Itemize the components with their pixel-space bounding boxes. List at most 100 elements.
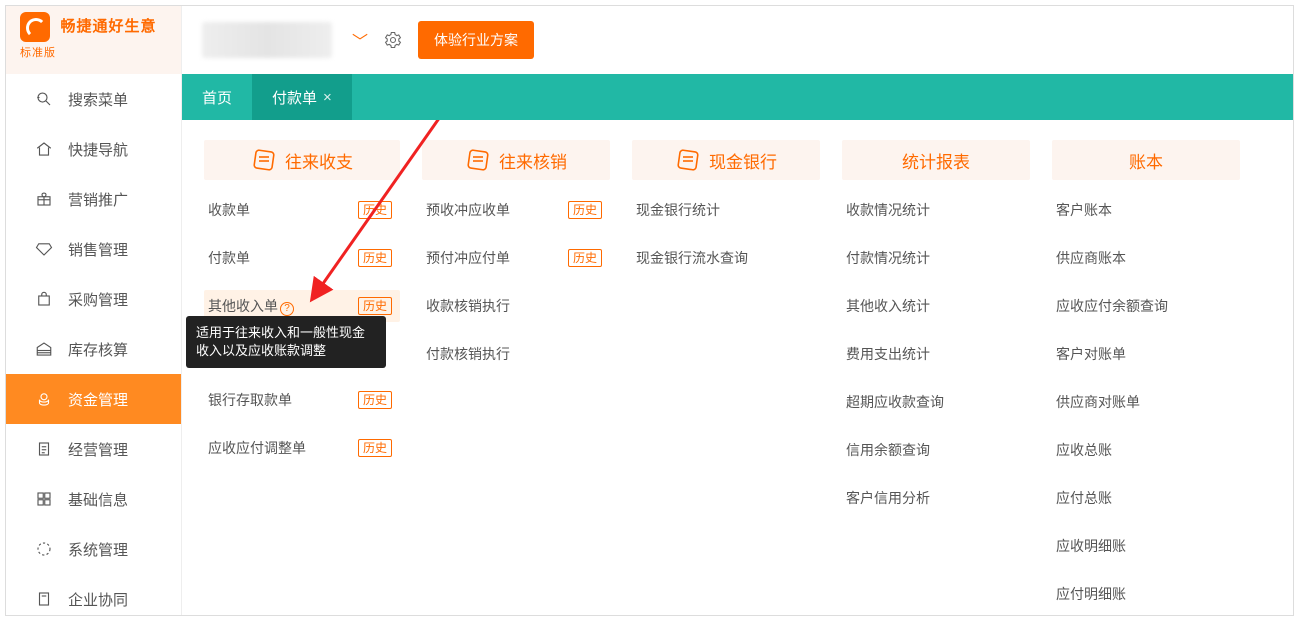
history-tag[interactable]: 历史 [358, 439, 392, 457]
sidebar-item-warehouse[interactable]: 库存核算 [6, 324, 181, 374]
entry-1-0[interactable]: 预收冲应收单历史 [422, 194, 610, 226]
org-selector-blurred[interactable] [202, 22, 332, 58]
entry-4-7[interactable]: 应收明细账 [1052, 530, 1240, 562]
group-header-icon [465, 147, 491, 173]
entry-0-5[interactable]: 应收应付调整单 历史 [204, 432, 400, 464]
entry-4-0[interactable]: 客户账本 [1052, 194, 1240, 226]
sidebar-item-home[interactable]: 快捷导航 [6, 124, 181, 174]
sidebar-item-gift[interactable]: 营销推广 [6, 174, 181, 224]
entry-4-1[interactable]: 供应商账本 [1052, 242, 1240, 274]
close-icon[interactable]: × [323, 89, 332, 106]
group-0: 往来收支收款单历史付款单历史其他收入单?历史银行存取款单历史应收应付调整单历史 [204, 140, 400, 610]
entry-3-4[interactable]: 超期应收款查询 [842, 386, 1030, 418]
entry-label: 应付明细账 [1056, 584, 1126, 604]
diamond-icon [34, 239, 54, 259]
search-icon [34, 89, 54, 109]
group-header-icon [675, 147, 701, 173]
sidebar-item-grid[interactable]: 基础信息 [6, 474, 181, 524]
group-2: 现金银行现金银行统计现金银行流水查询 [632, 140, 820, 610]
settings-icon [34, 539, 54, 559]
entry-4-5[interactable]: 应收总账 [1052, 434, 1240, 466]
group-header: 往来收支 [204, 140, 400, 180]
history-tag[interactable]: 历史 [358, 201, 392, 219]
entry-3-5[interactable]: 信用余额查询 [842, 434, 1030, 466]
tab-label: 首页 [202, 87, 232, 108]
tab-0[interactable]: 首页 [182, 74, 252, 120]
entry-label: 信用余额查询 [846, 440, 930, 460]
group-header: 统计报表 [842, 140, 1030, 180]
history-tag[interactable]: 历史 [358, 391, 392, 409]
entry-4-2[interactable]: 应收应付余额查询 [1052, 290, 1240, 322]
help-tooltip-text: 适用于往来收入和一般性现金收入以及应收账款调整 [196, 325, 365, 358]
money-icon [34, 389, 54, 409]
entry-label: 应收应付余额查询 [1056, 296, 1168, 316]
group-header: 往来核销 [422, 140, 610, 180]
gift-icon [34, 189, 54, 209]
entry-label: 其他收入统计 [846, 296, 930, 316]
entry-2-0[interactable]: 现金银行统计 [632, 194, 820, 226]
history-tag[interactable]: 历史 [568, 249, 602, 267]
entry-label: 客户信用分析 [846, 488, 930, 508]
entry-label: 现金银行流水查询 [636, 248, 748, 268]
sidebar-item-label: 系统管理 [68, 539, 128, 560]
sidebar-item-collab[interactable]: 企业协同 [6, 574, 181, 624]
entry-1-1[interactable]: 预付冲应付单 历史 [422, 242, 610, 274]
entry-4-6[interactable]: 应付总账 [1052, 482, 1240, 514]
bag-icon [34, 289, 54, 309]
entry-1-3[interactable]: 付款核销执行 [422, 338, 610, 370]
entry-4-3[interactable]: 客户对账单 [1052, 338, 1240, 370]
entry-label: 银行存取款单 [208, 390, 292, 410]
sidebar-item-label: 基础信息 [68, 489, 128, 510]
group-title: 往来收支 [285, 148, 353, 173]
sidebar-item-label: 采购管理 [68, 289, 128, 310]
entry-4-4[interactable]: 供应商对账单 [1052, 386, 1240, 418]
group-header: 现金银行 [632, 140, 820, 180]
brand-name: 畅捷通好生意 [60, 15, 156, 36]
sidebar-item-bag[interactable]: 采购管理 [6, 274, 181, 324]
experience-button[interactable]: 体验行业方案 [418, 21, 534, 59]
history-tag[interactable]: 历史 [358, 297, 392, 315]
history-tag[interactable]: 历史 [568, 201, 602, 219]
gear-icon[interactable] [382, 29, 404, 51]
entry-0-0[interactable]: 收款单历史 [204, 194, 400, 226]
entry-4-8[interactable]: 应付明细账 [1052, 578, 1240, 610]
entry-3-3[interactable]: 费用支出统计 [842, 338, 1030, 370]
group-title: 现金银行 [709, 148, 777, 173]
entry-label: 应付总账 [1056, 488, 1112, 508]
clipboard-icon [34, 439, 54, 459]
sidebar-item-diamond[interactable]: 销售管理 [6, 224, 181, 274]
entry-0-4[interactable]: 银行存取款单 历史 [204, 384, 400, 416]
entry-label: 应收总账 [1056, 440, 1112, 460]
entry-3-1[interactable]: 付款情况统计 [842, 242, 1030, 274]
tab-1[interactable]: 付款单× [252, 74, 352, 120]
entry-label: 收款核销执行 [426, 296, 510, 316]
sidebar-item-money[interactable]: 资金管理 [6, 374, 181, 424]
group-3: 统计报表收款情况统计付款情况统计其他收入统计费用支出统计超期应收款查询信用余额查… [842, 140, 1030, 610]
entry-2-1[interactable]: 现金银行流水查询 [632, 242, 820, 274]
entry-3-6[interactable]: 客户信用分析 [842, 482, 1030, 514]
entry-label: 供应商对账单 [1056, 392, 1140, 412]
help-icon[interactable]: ? [280, 302, 294, 316]
entry-label: 超期应收款查询 [846, 392, 944, 412]
entry-label: 应收应付调整单 [208, 438, 306, 458]
entry-0-1[interactable]: 付款单历史 [204, 242, 400, 274]
tab-bar: 首页付款单× [182, 74, 1293, 120]
sidebar-item-label: 销售管理 [68, 239, 128, 260]
entry-label: 付款核销执行 [426, 344, 510, 364]
entry-3-0[interactable]: 收款情况统计 [842, 194, 1030, 226]
sidebar-item-label: 企业协同 [68, 589, 128, 610]
group-title: 往来核销 [499, 148, 567, 173]
entry-1-2[interactable]: 收款核销执行 [422, 290, 610, 322]
entry-3-2[interactable]: 其他收入统计 [842, 290, 1030, 322]
group-1: 往来核销预收冲应收单历史预付冲应付单 历史收款核销执行付款核销执行 [422, 140, 610, 610]
help-tooltip: 适用于往来收入和一般性现金收入以及应收账款调整 [186, 316, 386, 368]
sidebar-item-search[interactable]: 搜索菜单 [6, 74, 181, 124]
chevron-down-icon[interactable]: ﹀ [352, 28, 368, 52]
sidebar-item-clipboard[interactable]: 经营管理 [6, 424, 181, 474]
history-tag[interactable]: 历史 [358, 249, 392, 267]
sidebar-item-label: 资金管理 [68, 389, 128, 410]
collab-icon [34, 589, 54, 609]
entry-label: 应收明细账 [1056, 536, 1126, 556]
entry-label: 预付冲应付单 [426, 248, 510, 268]
sidebar-item-settings[interactable]: 系统管理 [6, 524, 181, 574]
